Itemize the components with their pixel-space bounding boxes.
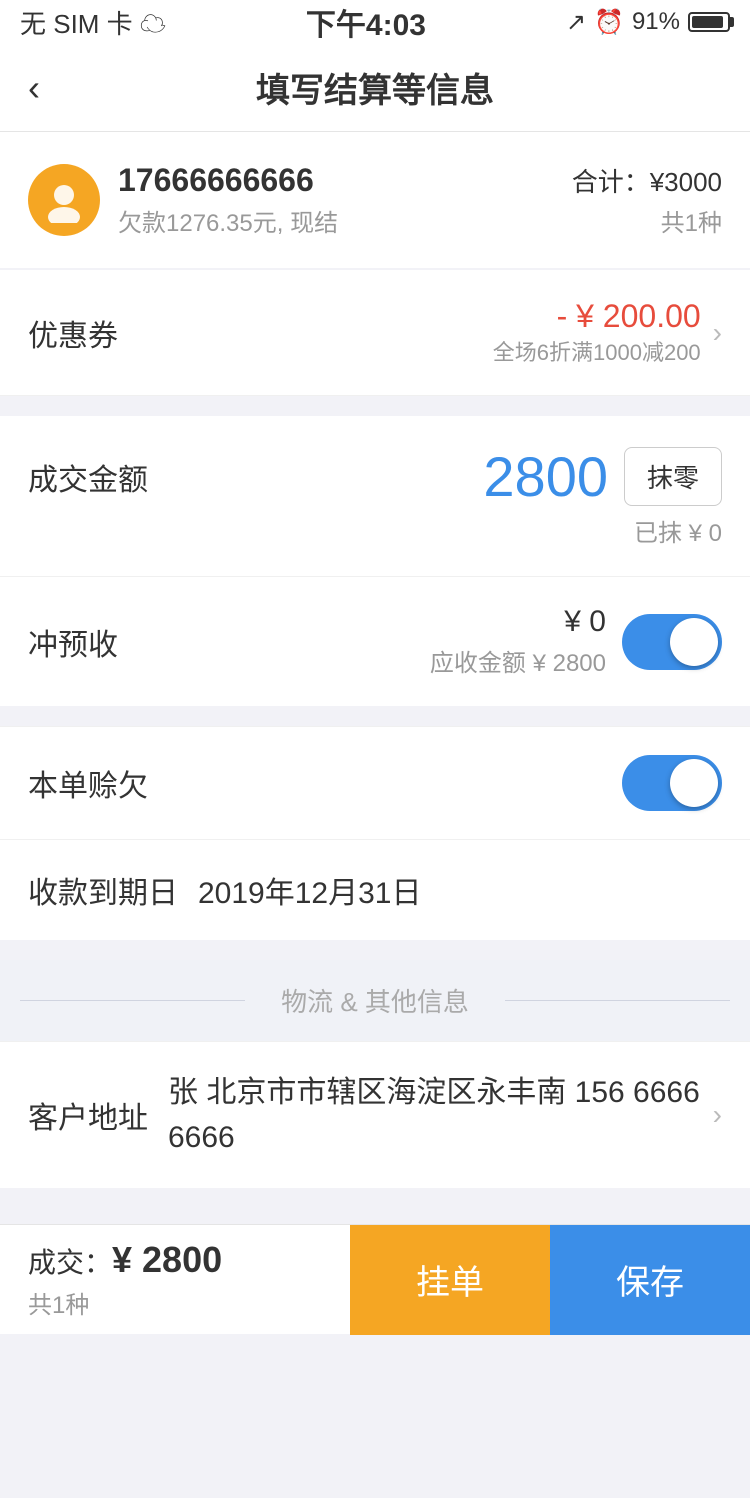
amount-right: 2800 抹零 [483,444,722,509]
customer-sub: 欠款1276.35元, 现结 [118,203,338,238]
alarm-icon: ⏰ [594,8,624,37]
logistics-text: 物流 & 其他信息 [281,982,469,1019]
bottom-summary-label: 成交： [28,1247,112,1278]
prepay-toggle[interactable] [622,614,722,670]
address-value: 张 北京市市辖区海淀区永丰南 156 6666 6666 [168,1070,713,1160]
status-bar: 无 SIM 卡 ☁ 下午4:03 ↗ ⏰ 91% [0,0,750,44]
amount-sub: 已抹 ¥ 0 [28,513,722,548]
debt-section: 本单赊欠 [0,726,750,839]
save-button[interactable]: 保存 [550,1225,750,1335]
duedate-row: 收款到期日 2019年12月31日 [28,868,722,912]
debt-label: 本单赊欠 [28,761,148,805]
prepay-right: ¥ 0 应收金额 ¥ 2800 [430,605,722,678]
location-icon: ↗ [566,8,586,37]
status-left: 无 SIM 卡 ☁ [20,4,166,41]
duedate-value: 2019年12月31日 [198,868,421,912]
battery-icon [688,12,730,32]
toggle-thumb [670,618,718,666]
divider-2 [0,706,750,726]
prepay-sub: 应收金额 ¥ 2800 [430,643,606,678]
address-label: 客户地址 [28,1093,148,1137]
bottom-amount-row: 成交：¥ 2800 [28,1239,322,1281]
amount-value: 2800 [483,444,608,509]
prepay-amount: ¥ 0 [430,605,606,639]
debt-toggle[interactable] [622,755,722,811]
customer-card: 17666666666 欠款1276.35元, 现结 合计：¥3000 共1种 [0,132,750,268]
round-button[interactable]: 抹零 [624,447,722,506]
customer-text: 17666666666 欠款1276.35元, 现结 [118,162,338,238]
prepay-label: 冲预收 [28,620,118,664]
page-title: 填写结算等信息 [256,63,494,112]
prepay-section: 冲预收 ¥ 0 应收金额 ¥ 2800 [0,576,750,706]
total-amount: 合计：¥3000 [572,162,722,199]
back-button[interactable]: ‹ [28,67,40,109]
logistics-line-left [20,1000,245,1001]
sim-status: 无 SIM 卡 ☁ [20,4,166,41]
status-time: 下午4:03 [306,0,426,44]
bottom-count: 共1种 [28,1285,322,1320]
duedate-label: 收款到期日 [28,868,178,912]
customer-phone: 17666666666 [118,162,338,199]
chevron-right-icon: › [713,317,722,349]
amount-label: 成交金额 [28,455,148,499]
total-count: 共1种 [572,203,722,238]
logistics-divider: 物流 & 其他信息 [0,960,750,1041]
header: ‹ 填写结算等信息 [0,44,750,132]
amount-section: 成交金额 2800 抹零 已抹 ¥ 0 [0,416,750,576]
coupon-section[interactable]: 优惠券 - ¥ 200.00 全场6折满1000减200 › [0,270,750,396]
coupon-label: 优惠券 [28,311,118,355]
logistics-line-right [505,1000,730,1001]
coupon-desc: 全场6折满1000减200 [493,335,701,367]
bottom-summary: 成交：¥ 2800 共1种 [0,1239,350,1320]
coupon-amount: - ¥ 200.00 [493,298,701,335]
battery-percent: 91% [632,8,680,36]
avatar [28,164,100,236]
duedate-section: 收款到期日 2019年12月31日 [0,839,750,940]
address-section[interactable]: 客户地址 张 北京市市辖区海淀区永丰南 156 6666 6666 › [0,1041,750,1188]
hang-button[interactable]: 挂单 [350,1225,550,1335]
divider-1 [0,396,750,416]
coupon-right: - ¥ 200.00 全场6折满1000减200 › [493,298,722,367]
status-right: ↗ ⏰ 91% [566,8,730,37]
address-chevron-icon: › [713,1099,722,1131]
total-info: 合计：¥3000 共1种 [572,162,722,238]
prepay-row: 冲预收 ¥ 0 应收金额 ¥ 2800 [28,605,722,678]
prepay-value-group: ¥ 0 应收金额 ¥ 2800 [430,605,606,678]
bottom-amount: ¥ 2800 [112,1239,222,1280]
debt-toggle-thumb [670,759,718,807]
customer-info: 17666666666 欠款1276.35元, 现结 [28,162,338,238]
amount-row: 成交金额 2800 抹零 [28,444,722,509]
bottom-bar: 成交：¥ 2800 共1种 挂单 保存 [0,1224,750,1334]
